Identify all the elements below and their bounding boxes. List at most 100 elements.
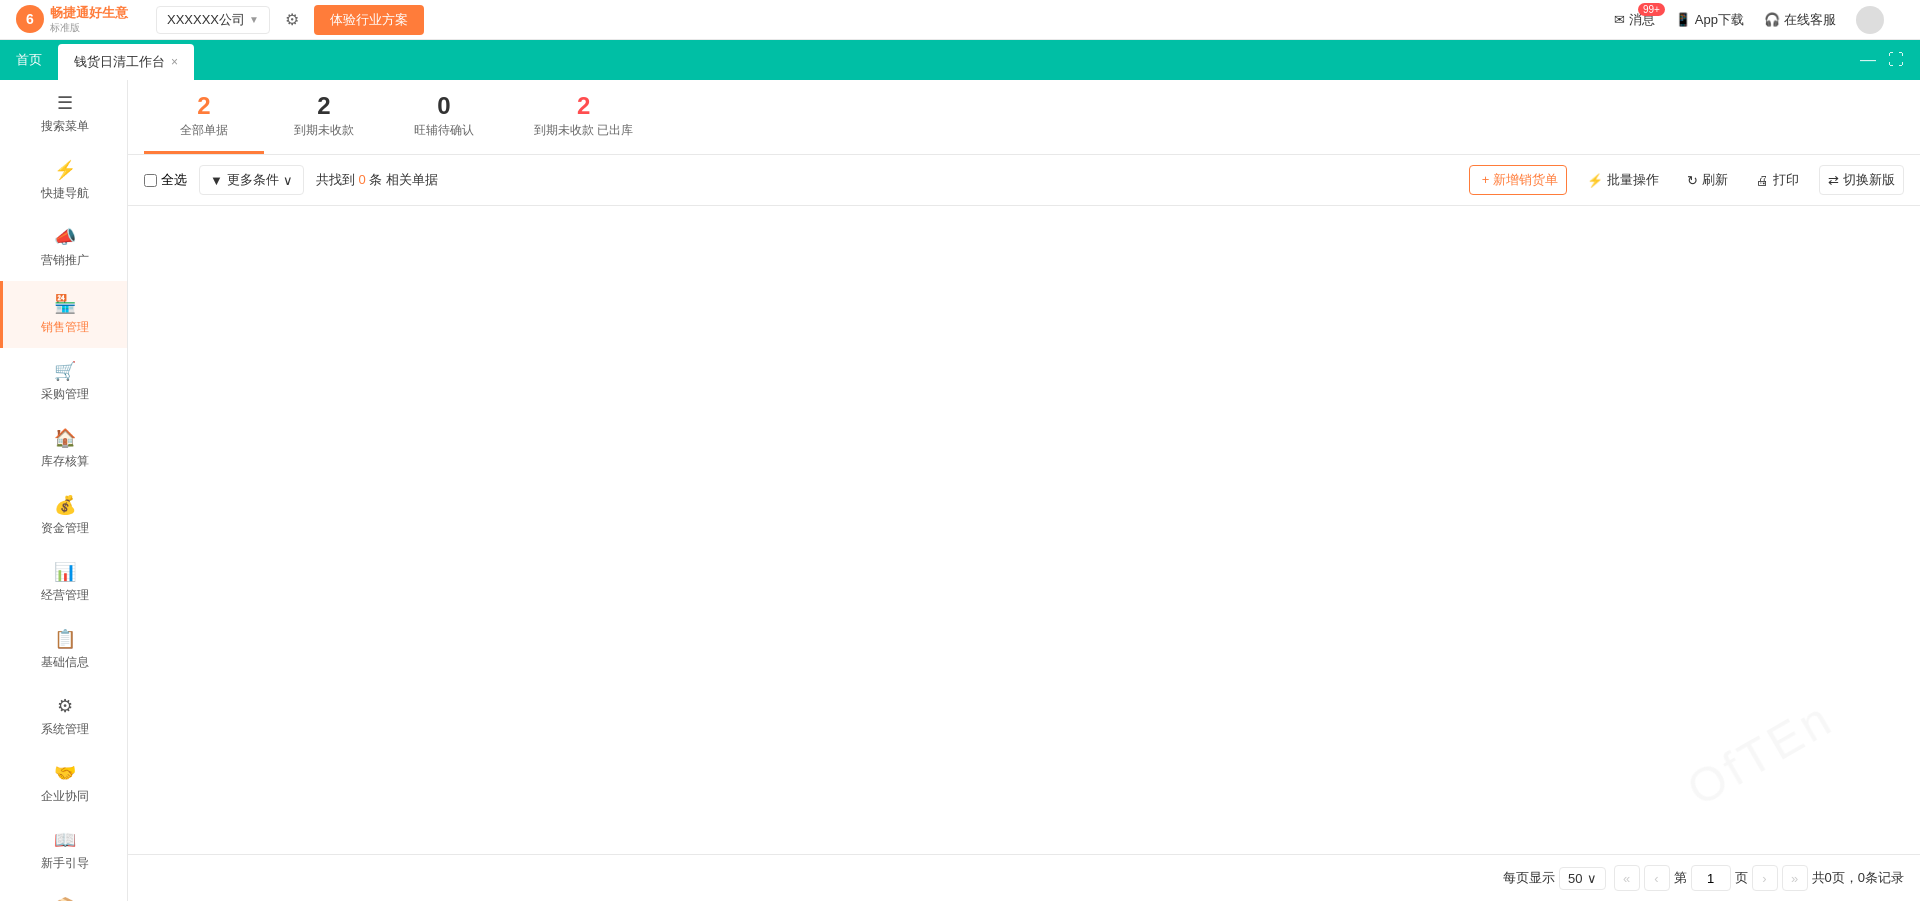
sidebar-item-9[interactable]: ⚙ 系统管理 [0, 683, 127, 750]
stat-tab-3[interactable]: 2 到期未收款 已出库 [504, 80, 663, 154]
sidebar-item-7[interactable]: 📊 经营管理 [0, 549, 127, 616]
refresh-label: 刷新 [1702, 171, 1728, 189]
logo-text: 畅捷通好生意 标准版 [50, 5, 128, 35]
refresh-icon: ↻ [1687, 173, 1698, 188]
sidebar-label-10: 企业协同 [41, 788, 89, 805]
sidebar-label-3: 销售管理 [41, 319, 89, 336]
select-all-checkbox[interactable]: 全选 [144, 171, 187, 189]
sidebar-item-10[interactable]: 🤝 企业协同 [0, 750, 127, 817]
sidebar-label-1: 快捷导航 [41, 185, 89, 202]
sidebar-item-6[interactable]: 💰 资金管理 [0, 482, 127, 549]
table-area [128, 206, 1920, 854]
sidebar-icon-8: 📋 [54, 628, 76, 650]
tab-expand-icon[interactable]: ⛶ [1888, 51, 1904, 69]
pagination-bar: 每页显示 50 ∨ « ‹ 第 页 › » 共0页，0条记录 [128, 854, 1920, 901]
stat-count-2: 0 [437, 92, 450, 120]
prev-page-button[interactable]: ‹ [1644, 865, 1670, 891]
sidebar-label-4: 采购管理 [41, 386, 89, 403]
sidebar-icon-12: 📦 [54, 896, 76, 901]
stat-label-0: 全部单据 [180, 122, 228, 139]
empty-state [128, 206, 1920, 854]
logo-icon: 6 [16, 5, 44, 33]
message-icon: ✉ [1614, 12, 1625, 27]
chevron-down-icon: ▼ [249, 14, 259, 25]
messages-button[interactable]: ✉ 消息 99+ [1614, 11, 1655, 29]
refresh-button[interactable]: ↻ 刷新 [1679, 166, 1736, 194]
stat-tab-1[interactable]: 2 到期未收款 [264, 80, 384, 154]
sidebar-icon-6: 💰 [54, 494, 76, 516]
select-all-input[interactable] [144, 174, 157, 187]
tab-bar: 首页 钱货日清工作台 × — ⛶ [0, 40, 1920, 80]
filter-chevron-icon: ∨ [283, 173, 293, 188]
page-navigation: « ‹ 第 页 › » 共0页，0条记录 [1614, 865, 1904, 891]
sidebar-item-11[interactable]: 📖 新手引导 [0, 817, 127, 884]
logo-sub: 标准版 [50, 21, 128, 34]
switch-label: 切换新版 [1843, 171, 1895, 189]
toolbar-left: 全选 ▼ 更多条件 ∨ 共找到 0 条 相关单据 [144, 165, 1457, 195]
sidebar-item-4[interactable]: 🛒 采购管理 [0, 348, 127, 415]
sidebar-item-3[interactable]: 🏪 销售管理 [0, 281, 127, 348]
sidebar-label-2: 营销推广 [41, 252, 89, 269]
more-filters-button[interactable]: ▼ 更多条件 ∨ [199, 165, 304, 195]
page-prefix: 第 [1674, 869, 1687, 887]
settings-icon[interactable]: ⚙ [278, 6, 306, 34]
found-count: 0 [359, 172, 366, 187]
add-label: + 新增销货单 [1482, 171, 1558, 189]
stat-count-3: 2 [577, 92, 590, 120]
sidebar-label-8: 基础信息 [41, 654, 89, 671]
sidebar-label-11: 新手引导 [41, 855, 89, 872]
online-service-button[interactable]: 🎧 在线客服 [1764, 11, 1836, 29]
per-page-chevron-icon: ∨ [1587, 871, 1597, 886]
found-unit: 条 [369, 172, 382, 187]
batch-icon: ⚡ [1587, 173, 1603, 188]
stat-label-3: 到期未收款 已出库 [534, 122, 633, 139]
tab-minimize-icon[interactable]: — [1860, 51, 1876, 69]
sidebar-label-7: 经营管理 [41, 587, 89, 604]
logo-main: 畅捷通好生意 [50, 5, 128, 22]
sidebar-icon-1: ⚡ [54, 159, 76, 181]
sidebar-item-0[interactable]: ☰ 搜索菜单 [0, 80, 127, 147]
select-all-label: 全选 [161, 171, 187, 189]
sidebar-item-12[interactable]: 📦 应用中心 [0, 884, 127, 901]
app-download-icon: 📱 [1675, 12, 1691, 27]
per-page-label: 每页显示 [1503, 869, 1555, 887]
sidebar-item-1[interactable]: ⚡ 快捷导航 [0, 147, 127, 214]
service-icon: 🎧 [1764, 12, 1780, 27]
toolbar-right: + 新增销货单 ⚡ 批量操作 ↻ 刷新 🖨 打印 ⇄ 切换新版 [1469, 165, 1904, 195]
add-order-button[interactable]: + 新增销货单 [1469, 165, 1567, 195]
stats-tabs: 2 全部单据 2 到期未收款 0 旺辅待确认 2 到期未收款 已出库 [128, 80, 1920, 155]
print-button[interactable]: 🖨 打印 [1748, 166, 1807, 194]
page-input[interactable] [1691, 865, 1731, 891]
per-page-select[interactable]: 50 ∨ [1559, 867, 1605, 890]
last-page-button[interactable]: » [1782, 865, 1808, 891]
stat-count-0: 2 [197, 92, 210, 120]
workbench-tab-label: 钱货日清工作台 [74, 53, 165, 71]
sidebar: ☰ 搜索菜单 ⚡ 快捷导航 📣 营销推广 🏪 销售管理 🛒 采购管理 🏠 库存核… [0, 80, 128, 901]
per-page-value: 50 [1568, 871, 1582, 886]
sidebar-label-5: 库存核算 [41, 453, 89, 470]
found-text: 共找到 0 条 相关单据 [316, 171, 438, 189]
print-icon: 🖨 [1756, 173, 1769, 188]
sidebar-item-8[interactable]: 📋 基础信息 [0, 616, 127, 683]
stat-tab-0[interactable]: 2 全部单据 [144, 80, 264, 154]
sidebar-label-9: 系统管理 [41, 721, 89, 738]
sidebar-label-6: 资金管理 [41, 520, 89, 537]
avatar[interactable] [1856, 6, 1884, 34]
company-selector[interactable]: XXXXXX公司 ▼ [156, 6, 270, 34]
stat-tab-2[interactable]: 0 旺辅待确认 [384, 80, 504, 154]
sidebar-item-2[interactable]: 📣 营销推广 [0, 214, 127, 281]
trial-button[interactable]: 体验行业方案 [314, 5, 424, 35]
app-download-button[interactable]: 📱 App下载 [1675, 11, 1744, 29]
tab-close-icon[interactable]: × [171, 55, 178, 69]
switch-version-button[interactable]: ⇄ 切换新版 [1819, 165, 1904, 195]
next-page-button[interactable]: › [1752, 865, 1778, 891]
sidebar-item-5[interactable]: 🏠 库存核算 [0, 415, 127, 482]
batch-operation-button[interactable]: ⚡ 批量操作 [1579, 166, 1667, 194]
sidebar-icon-3: 🏪 [54, 293, 76, 315]
first-page-button[interactable]: « [1614, 865, 1640, 891]
print-label: 打印 [1773, 171, 1799, 189]
tab-workbench[interactable]: 钱货日清工作台 × [58, 44, 194, 80]
found-suffix: 相关单据 [386, 172, 438, 187]
tab-home[interactable]: 首页 [0, 40, 58, 80]
stat-label-2: 旺辅待确认 [414, 122, 474, 139]
